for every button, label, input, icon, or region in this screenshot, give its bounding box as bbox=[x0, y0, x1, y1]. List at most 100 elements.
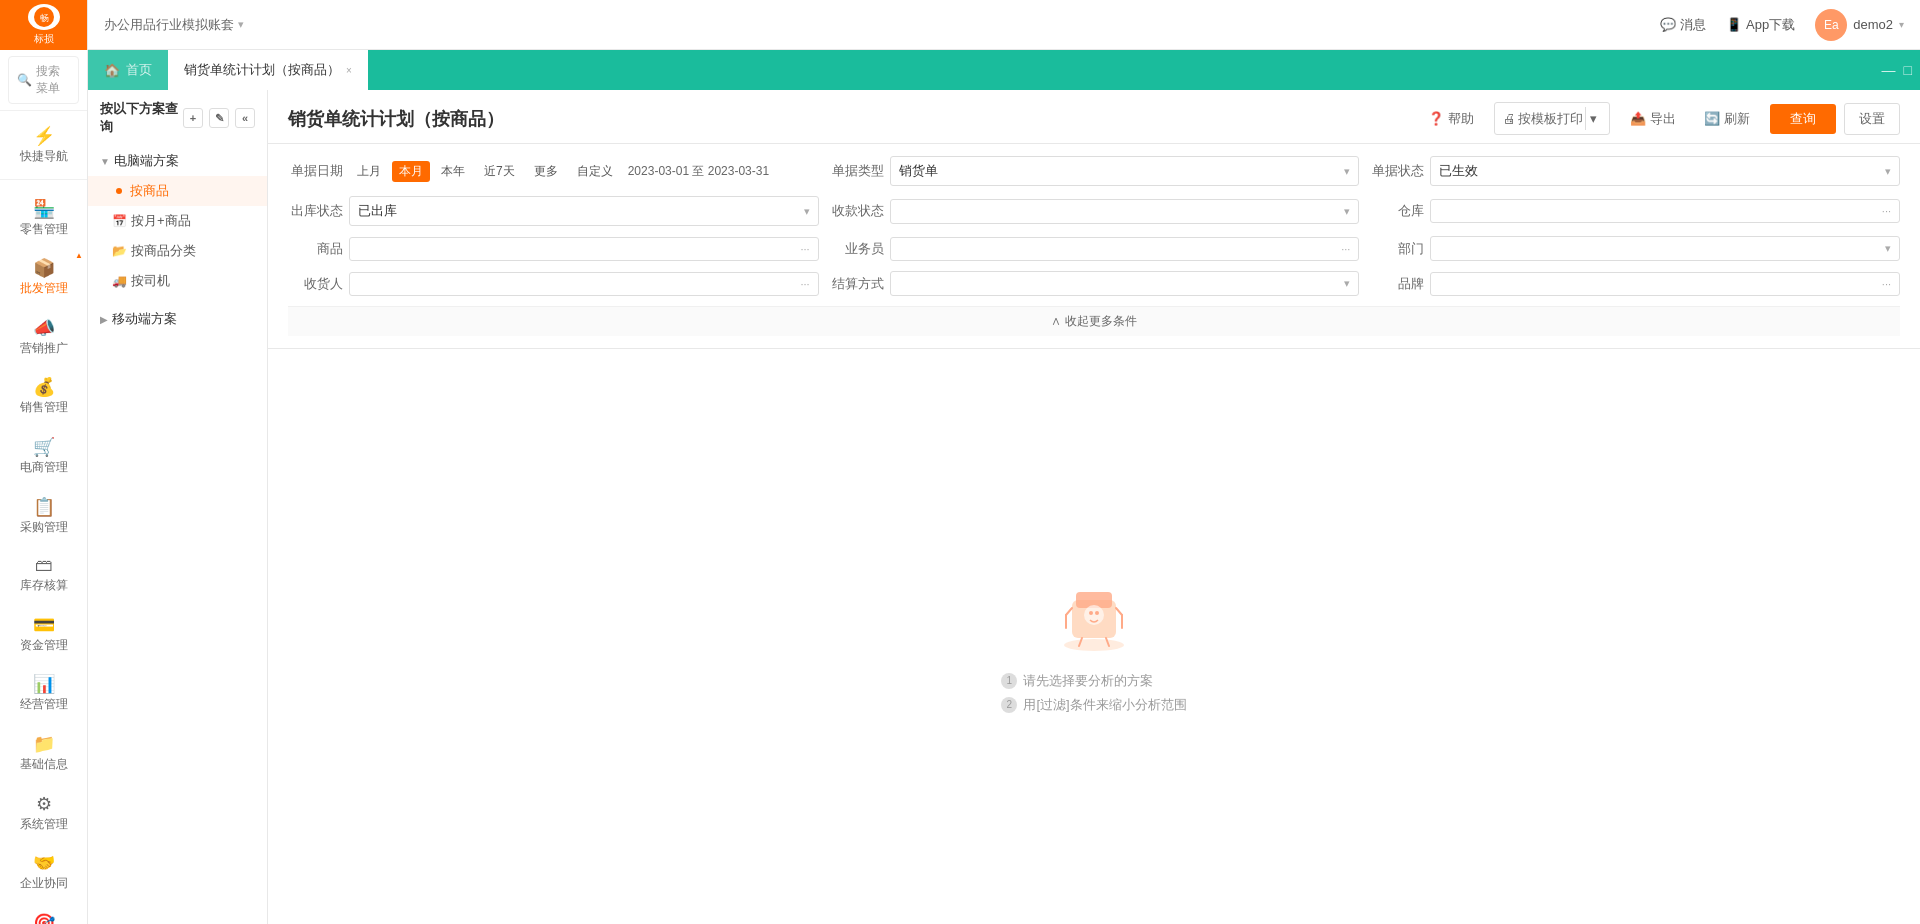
warehouse-input[interactable]: ··· bbox=[1430, 199, 1900, 223]
receiver-more-icon[interactable]: ··· bbox=[800, 278, 809, 290]
topbar-title-text: 办公用品行业模拟账套 bbox=[104, 16, 234, 34]
goods-more-icon[interactable]: ··· bbox=[800, 243, 809, 255]
date-tab-this-year[interactable]: 本年 bbox=[433, 161, 473, 182]
sidebar-item-operation[interactable]: 📊 经营管理 bbox=[0, 663, 87, 723]
collapse-bar[interactable]: ∧ 收起更多条件 bbox=[288, 306, 1900, 336]
message-icon: 💬 bbox=[1660, 17, 1676, 32]
sidebar-item-enterprise[interactable]: 🤝 企业协同 bbox=[0, 842, 87, 902]
date-tab-7days[interactable]: 近7天 bbox=[476, 161, 523, 182]
sidebar-item-finance[interactable]: 💳 资金管理 bbox=[0, 604, 87, 664]
receiver-input[interactable]: ··· bbox=[349, 272, 819, 296]
message-btn[interactable]: 💬 消息 bbox=[1660, 16, 1706, 34]
tree-child-by-category[interactable]: 📂 按商品分类 bbox=[88, 236, 267, 266]
tab-sales-stats[interactable]: 销货单统计计划（按商品） × bbox=[168, 50, 368, 90]
goods-input[interactable]: ··· bbox=[349, 237, 819, 261]
doctype-select[interactable]: 销货单 ▾ bbox=[890, 156, 1360, 186]
sidebar-item-system[interactable]: ⚙ 系统管理 bbox=[0, 783, 87, 843]
sidebar-item-wholesale[interactable]: 📦 批发管理 ▲ bbox=[0, 247, 87, 307]
filter-outstatus-cell: 出库状态 已出库 ▾ bbox=[288, 196, 819, 226]
topbar-dropdown-icon[interactable]: ▾ bbox=[238, 18, 244, 31]
payment-label: 结算方式 bbox=[829, 275, 884, 293]
tree-child-by-product[interactable]: 按商品 bbox=[88, 176, 267, 206]
sidebar-operation-label: 经营管理 bbox=[20, 697, 68, 713]
sub-arrow-icon: ▲ bbox=[75, 251, 83, 260]
page-actions: ❓ 帮助 🖨 按模板打印 ▾ 📤 导出 🔄 刷新 bbox=[1420, 102, 1900, 135]
payment-select[interactable]: ▾ bbox=[890, 271, 1360, 296]
page-header: 销货单统计计划（按商品） ❓ 帮助 🖨 按模板打印 ▾ 📤 导出 bbox=[268, 90, 1920, 144]
tab-home[interactable]: 🏠 首页 bbox=[88, 50, 168, 90]
sidebar-item-newbie[interactable]: 🎯 新手引导 bbox=[0, 902, 87, 924]
settings-button[interactable]: 设置 bbox=[1844, 103, 1900, 135]
tree-child-driver-label: 按司机 bbox=[131, 272, 170, 290]
warehouse-more-icon[interactable]: ··· bbox=[1882, 205, 1891, 217]
dept-select[interactable]: ▾ bbox=[1430, 236, 1900, 261]
enterprise-icon: 🤝 bbox=[33, 852, 55, 874]
docstatus-select[interactable]: 已生效 ▾ bbox=[1430, 156, 1900, 186]
sidebar-search-label: 搜索菜单 bbox=[36, 63, 70, 97]
window-maximize-btn[interactable]: □ bbox=[1904, 62, 1912, 78]
sidebar-item-ecommerce[interactable]: 🛒 电商管理 bbox=[0, 426, 87, 486]
collapse-label: ∧ 收起更多条件 bbox=[1051, 314, 1136, 328]
purchase-icon: 📋 bbox=[33, 496, 55, 518]
brand-input[interactable]: ··· bbox=[1430, 272, 1900, 296]
date-tab-last-month[interactable]: 上月 bbox=[349, 161, 389, 182]
tree-mobile-parent[interactable]: ▶ 移动端方案 bbox=[88, 304, 267, 334]
brand-more-icon[interactable]: ··· bbox=[1882, 278, 1891, 290]
tree-child-category-label: 按商品分类 bbox=[131, 242, 196, 260]
sidebar-search[interactable]: 🔍 搜索菜单 bbox=[8, 56, 79, 104]
sidebar-item-sales[interactable]: 💰 销售管理 bbox=[0, 366, 87, 426]
sidebar-item-basic[interactable]: 📁 基础信息 bbox=[0, 723, 87, 783]
filter-row-3: 商品 ··· 业务员 ··· 部门 bbox=[288, 236, 1900, 261]
panel-collapse-btn[interactable]: « bbox=[235, 108, 255, 128]
date-filter-input: 上月 本月 本年 近7天 更多 自定义 2023-03-01 至 2023-03… bbox=[349, 161, 819, 182]
filter-receiver-cell: 收货人 ··· bbox=[288, 272, 819, 296]
sidebar-item-retail[interactable]: 🏪 零售管理 bbox=[0, 188, 87, 248]
filter-salesman-cell: 业务员 ··· bbox=[829, 237, 1360, 261]
app-download-btn[interactable]: 📱 App下载 bbox=[1726, 16, 1795, 34]
tree-child-month-label: 按月+商品 bbox=[131, 212, 191, 230]
outstatus-select[interactable]: 已出库 ▾ bbox=[349, 196, 819, 226]
logo-icon: 畅 bbox=[28, 4, 60, 30]
window-minimize-btn[interactable]: — bbox=[1882, 62, 1896, 78]
retail-icon: 🏪 bbox=[33, 198, 55, 220]
tab-active-label: 销货单统计计划（按商品） bbox=[184, 61, 340, 79]
panel-edit-btn[interactable]: ✎ bbox=[209, 108, 229, 128]
date-tab-more[interactable]: 更多 bbox=[526, 161, 566, 182]
doctype-label: 单据类型 bbox=[829, 162, 884, 180]
system-icon: ⚙ bbox=[36, 793, 52, 815]
collapse-icon: « bbox=[242, 112, 248, 124]
sidebar-quick-nav[interactable]: ⚡ 快捷导航 bbox=[0, 115, 87, 175]
inventory-icon: 🗃 bbox=[35, 555, 53, 576]
filter-collectstatus-cell: 收款状态 ▾ bbox=[829, 199, 1360, 224]
sidebar-item-marketing[interactable]: 📣 营销推广 bbox=[0, 307, 87, 367]
panel-add-btn[interactable]: + bbox=[183, 108, 203, 128]
right-panel: 销货单统计计划（按商品） ❓ 帮助 🖨 按模板打印 ▾ 📤 导出 bbox=[268, 90, 1920, 924]
sidebar-item-purchase[interactable]: 📋 采购管理 bbox=[0, 486, 87, 546]
sidebar-item-inventory[interactable]: 🗃 库存核算 bbox=[0, 545, 87, 604]
print-dropdown-btn[interactable]: ▾ bbox=[1585, 107, 1601, 130]
tree-child-by-month-product[interactable]: 📅 按月+商品 bbox=[88, 206, 267, 236]
goods-label: 商品 bbox=[288, 240, 343, 258]
export-btn[interactable]: 📤 导出 bbox=[1622, 106, 1684, 132]
salesman-input[interactable]: ··· bbox=[890, 237, 1360, 261]
salesman-more-icon[interactable]: ··· bbox=[1341, 243, 1350, 255]
refresh-btn[interactable]: 🔄 刷新 bbox=[1696, 106, 1758, 132]
collectstatus-select[interactable]: ▾ bbox=[890, 199, 1360, 224]
tree-section: ▼ 电脑端方案 按商品 📅 按月+商品 📂 按商品分类 🚚 按司机 bbox=[88, 142, 267, 338]
date-tab-custom[interactable]: 自定义 bbox=[569, 161, 621, 182]
tree-pc-parent[interactable]: ▼ 电脑端方案 bbox=[88, 146, 267, 176]
tree-child-by-driver[interactable]: 🚚 按司机 bbox=[88, 266, 267, 296]
date-range-text: 2023-03-01 至 2023-03-31 bbox=[628, 163, 769, 180]
help-btn[interactable]: ❓ 帮助 bbox=[1420, 106, 1482, 132]
warehouse-label: 仓库 bbox=[1369, 202, 1424, 220]
query-button[interactable]: 查询 bbox=[1770, 104, 1836, 134]
message-label: 消息 bbox=[1680, 16, 1706, 34]
sidebar: 畅 标损 🔍 搜索菜单 ⚡ 快捷导航 🏪 零售管理 📦 批发管理 ▲ 📣 营销推… bbox=[0, 0, 88, 924]
tab-close-btn[interactable]: × bbox=[346, 65, 352, 76]
svg-point-2 bbox=[1064, 639, 1124, 651]
print-btn[interactable]: 🖨 按模板打印 ▾ bbox=[1494, 102, 1610, 135]
doctype-arrow-icon: ▾ bbox=[1344, 165, 1350, 178]
date-tab-this-month[interactable]: 本月 bbox=[392, 161, 430, 182]
print-icon: 🖨 bbox=[1503, 111, 1516, 126]
user-area[interactable]: Ea demo2 ▾ bbox=[1815, 9, 1904, 41]
